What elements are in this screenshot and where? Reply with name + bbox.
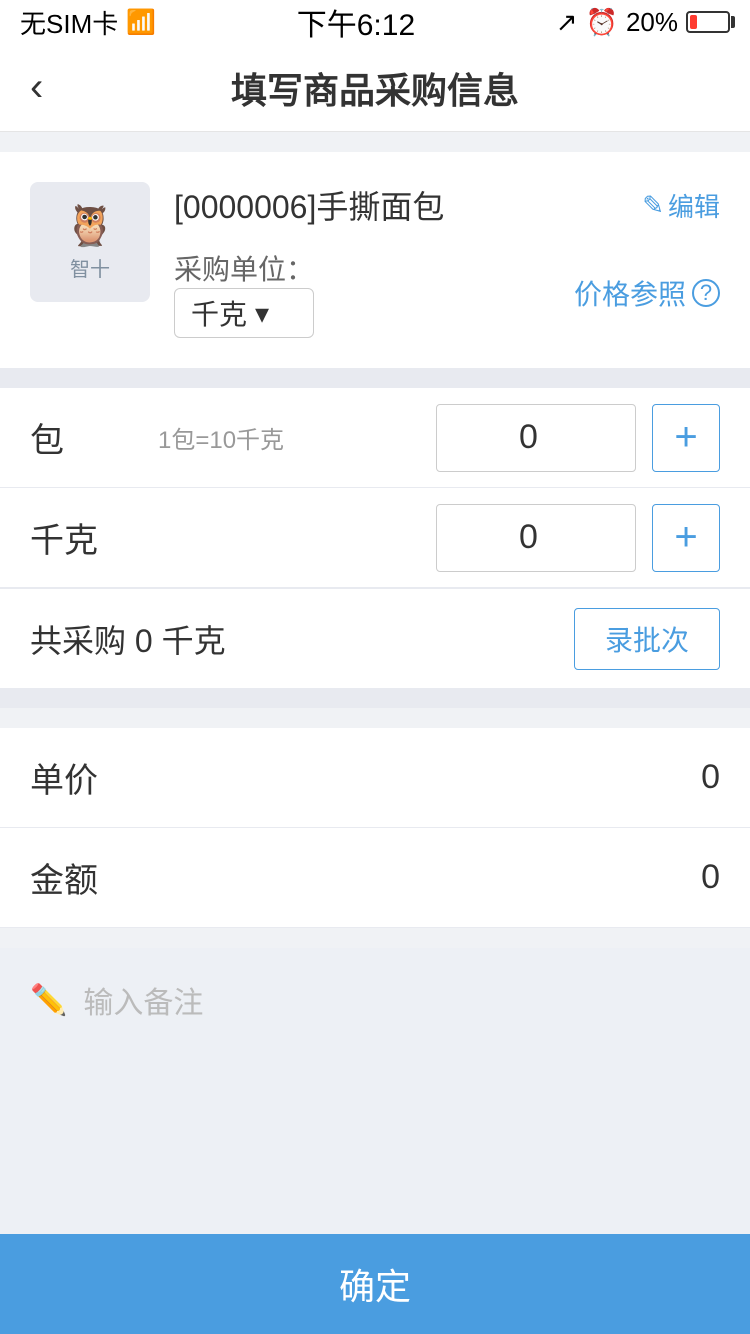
kg-label: 千克: [30, 513, 150, 562]
amount-value: 0: [701, 858, 720, 897]
time-label: 下午6:12: [297, 0, 415, 44]
kg-input-field: +: [150, 504, 720, 572]
product-info: [0000006]手撕面包 ✎ 编辑 采购单位： 千克 ▾ 价格参照 ?: [174, 182, 720, 338]
product-card: 🦉 智十 [0000006]手撕面包 ✎ 编辑 采购单位： 千克 ▾ 价格参照: [0, 152, 750, 368]
summary-row: 共采购 0 千克 录批次: [0, 588, 750, 688]
remark-section: ✏️ 输入备注: [0, 948, 750, 1052]
edit-icon: ✎: [642, 190, 664, 221]
edit-button[interactable]: ✎ 编辑: [642, 187, 720, 224]
product-thumbnail: 🦉 智十: [30, 182, 150, 302]
divider-2: [0, 688, 750, 708]
bag-input-section: 包 1包=10千克 +: [0, 388, 750, 488]
price-ref-button[interactable]: 价格参照 ?: [574, 273, 720, 313]
battery-percent: 20%: [626, 7, 678, 38]
chevron-down-icon: ▾: [255, 297, 269, 330]
divider-1: [0, 368, 750, 388]
product-title: 手撕面包: [316, 189, 444, 225]
status-left: 无SIM卡 📶: [20, 4, 156, 41]
nav-bar: ‹ 填写商品采购信息: [0, 44, 750, 132]
page-title: 填写商品采购信息: [231, 62, 519, 114]
kg-input-row: 千克 +: [0, 488, 750, 588]
location-icon: ↗: [556, 7, 578, 38]
edit-label: 编辑: [668, 187, 720, 224]
wifi-icon: 📶: [126, 8, 156, 37]
status-right: ↗ ⏰ 20%: [556, 7, 730, 38]
record-batch-button[interactable]: 录批次: [574, 608, 720, 670]
pencil-icon: ✏️: [30, 983, 67, 1018]
help-icon: ?: [692, 279, 720, 307]
unit-value: 千克: [191, 293, 247, 333]
summary-qty: 0: [135, 623, 153, 659]
confirm-button[interactable]: 确定: [0, 1234, 750, 1334]
unit-price-row: 单价 0: [0, 728, 750, 828]
product-thumb-text: 智十: [70, 253, 110, 282]
battery-icon: [686, 11, 730, 33]
unit-select[interactable]: 千克 ▾: [174, 288, 314, 338]
product-thumb-icon: 🦉: [65, 202, 115, 249]
summary-prefix: 共采购: [30, 623, 126, 659]
amount-row: 金额 0: [0, 828, 750, 928]
kg-plus-button[interactable]: +: [652, 504, 720, 572]
unit-price-value: 0: [701, 758, 720, 797]
unit-label: 采购单位：: [174, 254, 314, 285]
kg-input-section: 千克 +: [0, 488, 750, 588]
summary-unit-text: 千克: [162, 623, 226, 659]
unit-row: 采购单位： 千克 ▾ 价格参照 ?: [174, 248, 720, 338]
carrier-label: 无SIM卡: [20, 4, 118, 41]
unit-price-label: 单价: [30, 753, 98, 802]
product-name: [0000006]手撕面包: [174, 182, 444, 228]
remark-placeholder: 输入备注: [83, 978, 203, 1022]
product-name-row: [0000006]手撕面包 ✎ 编辑: [174, 182, 720, 228]
alarm-icon: ⏰: [586, 7, 618, 38]
summary-text: 共采购 0 千克: [30, 616, 226, 662]
price-ref-label: 价格参照: [574, 273, 686, 313]
bag-label: 包: [30, 413, 150, 462]
price-section: 单价 0 金额 0: [0, 728, 750, 928]
kg-quantity-input[interactable]: [436, 504, 636, 572]
unit-selector-group: 采购单位： 千克 ▾: [174, 248, 314, 338]
status-bar: 无SIM卡 📶 下午6:12 ↗ ⏰ 20%: [0, 0, 750, 44]
bag-sublabel: 1包=10千克: [158, 420, 284, 455]
bag-quantity-input[interactable]: [436, 404, 636, 472]
plus-icon-2: +: [674, 515, 697, 560]
back-button[interactable]: ‹: [30, 65, 43, 110]
plus-icon: +: [674, 415, 697, 460]
amount-label: 金额: [30, 853, 98, 902]
battery-fill: [690, 15, 697, 29]
remark-input-row[interactable]: ✏️ 输入备注: [30, 978, 720, 1022]
product-id: [0000006]: [174, 189, 316, 225]
bag-input-row: 包 1包=10千克 +: [0, 388, 750, 488]
bag-input-field: +: [284, 404, 720, 472]
bag-plus-button[interactable]: +: [652, 404, 720, 472]
